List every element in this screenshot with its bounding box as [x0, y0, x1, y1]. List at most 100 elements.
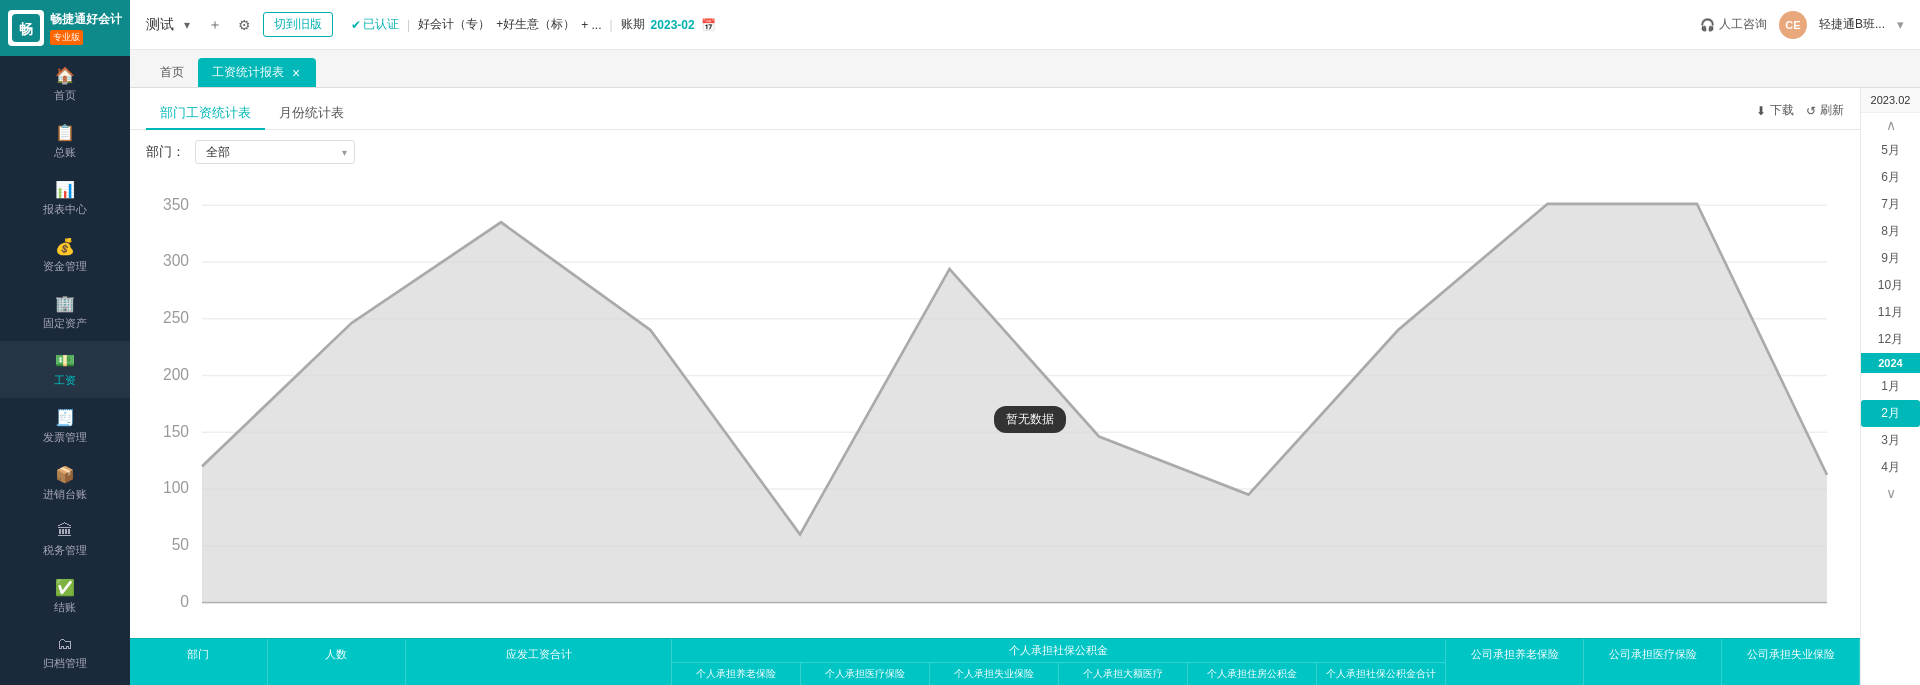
th-group1-col-5: 个人承担社保公积金合计 — [1317, 663, 1445, 685]
date-month-9月[interactable]: 9月 — [1861, 245, 1920, 272]
nav-label-invoice: 发票管理 — [43, 430, 87, 445]
th-group1-col-2: 个人承担失业保险 — [930, 663, 1059, 685]
th-total-salary: 应发工资合计 — [406, 639, 673, 685]
nav-label-assets: 固定资产 — [43, 316, 87, 331]
user-name[interactable]: 轻捷通B班... — [1819, 16, 1885, 33]
sidebar: 畅 畅捷通好会计 专业版 🏠 首页 📋 总账 📊 报表中心 💰 资金管理 🏢 固… — [0, 0, 130, 685]
th-group1-col-1: 个人承担医疗保险 — [801, 663, 930, 685]
date-month-6月[interactable]: 6月 — [1861, 164, 1920, 191]
date-month-current-4月[interactable]: 4月 — [1861, 454, 1920, 481]
nav-icon-reports: 📊 — [55, 180, 75, 199]
nav-icon-invoice: 🧾 — [55, 408, 75, 427]
department-select-wrapper: 全部 部门1 部门2 ▾ — [195, 140, 355, 164]
logo-badge: 专业版 — [50, 30, 83, 45]
sub-tab-actions: ⬇ 下载 ↺ 刷新 — [1756, 102, 1844, 125]
date-year-label: 2023.02 — [1861, 88, 1920, 113]
sidebar-item-tax[interactable]: 🏛 税务管理 — [0, 512, 130, 568]
nav-icon-tax: 🏛 — [57, 522, 73, 540]
add-button[interactable]: ＋ — [204, 12, 226, 38]
svg-text:300: 300 — [163, 251, 189, 270]
date-month-5月[interactable]: 5月 — [1861, 137, 1920, 164]
service-button[interactable]: 🎧 人工咨询 — [1700, 16, 1767, 33]
topbar-dropdown-arrow[interactable]: ▾ — [184, 18, 190, 32]
refresh-button[interactable]: ↺ 刷新 — [1806, 102, 1844, 119]
period-value: 2023-02 — [651, 18, 695, 32]
calendar-icon[interactable]: 📅 — [701, 18, 716, 32]
svg-text:畅: 畅 — [19, 21, 33, 37]
date-nav-up[interactable]: ∧ — [1861, 113, 1920, 137]
sidebar-item-salary[interactable]: 💵 工资 — [0, 341, 130, 398]
date-month-8月[interactable]: 8月 — [1861, 218, 1920, 245]
sidebar-item-closing[interactable]: ✅ 结账 — [0, 568, 130, 625]
sidebar-item-reports[interactable]: 📊 报表中心 — [0, 170, 130, 227]
sidebar-item-invoice[interactable]: 🧾 发票管理 — [0, 398, 130, 455]
tab-home[interactable]: 首页 — [146, 58, 198, 87]
main-area: 测试 ▾ ＋ ⚙ 切到旧版 ✔ 已认证 | 好会计（专） +好生意（标） + .… — [130, 0, 1920, 685]
nav-label-archive: 归档管理 — [43, 656, 87, 671]
nav-icon-salary: 💵 — [55, 351, 75, 370]
filter-label: 部门： — [146, 143, 185, 161]
user-avatar: CE — [1779, 11, 1807, 39]
nav-icon-assets: 🏢 — [55, 294, 75, 313]
table-header: 部门 人数 应发工资合计 个人承担社保公积金 个人承担养老保险个人承担医疗保险个… — [130, 638, 1860, 685]
department-select[interactable]: 全部 部门1 部门2 — [195, 140, 355, 164]
tab-close-button[interactable]: × — [290, 65, 302, 81]
date-month-current-3月[interactable]: 3月 — [1861, 427, 1920, 454]
filter-bar: 部门： 全部 部门1 部门2 ▾ — [130, 130, 1860, 174]
status-more: + ... — [581, 18, 601, 32]
sub-tab-monthly[interactable]: 月份统计表 — [265, 98, 358, 130]
th-company-unemploy: 公司承担失业保险 — [1722, 639, 1860, 685]
separator2: | — [609, 18, 612, 32]
sidebar-item-funds[interactable]: 💰 资金管理 — [0, 227, 130, 284]
tab-salary-report[interactable]: 工资统计报表 × — [198, 58, 316, 87]
th-group-personal-cols: 个人承担养老保险个人承担医疗保险个人承担失业保险个人承担大额医疗个人承担住房公积… — [672, 663, 1445, 685]
nav-icon-closing: ✅ — [55, 578, 75, 597]
th-department: 部门 — [130, 639, 268, 685]
sidebar-item-assets[interactable]: 🏢 固定资产 — [0, 284, 130, 341]
user-dropdown-icon[interactable]: ▾ — [1897, 17, 1904, 32]
status-certified: ✔ 已认证 — [351, 16, 399, 33]
svg-text:250: 250 — [163, 307, 189, 326]
date-month-current-1月[interactable]: 1月 — [1861, 373, 1920, 400]
date-month-current-2月[interactable]: 2月 — [1861, 400, 1920, 427]
main-content: 部门工资统计表 月份统计表 ⬇ 下载 ↺ 刷新 — [130, 88, 1860, 685]
date-month-12月[interactable]: 12月 — [1861, 326, 1920, 353]
chart-container: 350 300 250 200 150 100 50 0 — [130, 174, 1860, 638]
separator1: | — [407, 18, 410, 32]
sidebar-item-inventory[interactable]: 📦 进销台账 — [0, 455, 130, 512]
date-month-10月[interactable]: 10月 — [1861, 272, 1920, 299]
nav-icon-ledger: 📋 — [55, 123, 75, 142]
date-nav-down[interactable]: ∨ — [1861, 481, 1920, 505]
th-headcount: 人数 — [268, 639, 406, 685]
download-icon: ⬇ — [1756, 104, 1766, 118]
refresh-icon: ↺ — [1806, 104, 1816, 118]
settings-button[interactable]: ⚙ — [234, 13, 255, 37]
th-company-medical: 公司承担医疗保险 — [1584, 639, 1722, 685]
th-company-pension: 公司承担养老保险 — [1446, 639, 1584, 685]
main-with-sidebar: 部门工资统计表 月份统计表 ⬇ 下载 ↺ 刷新 — [130, 88, 1920, 685]
nav-icon-inventory: 📦 — [55, 465, 75, 484]
sidebar-item-home[interactable]: 🏠 首页 — [0, 56, 130, 113]
nav-label-home: 首页 — [54, 88, 76, 103]
switch-old-button[interactable]: 切到旧版 — [263, 12, 333, 37]
nav-label-ledger: 总账 — [54, 145, 76, 160]
topbar-status: ✔ 已认证 | 好会计（专） +好生意（标） + ... | 账期 2023-0… — [351, 16, 716, 33]
nav-label-funds: 资金管理 — [43, 259, 87, 274]
tab-bar: 首页 工资统计报表 × — [130, 50, 1920, 88]
sub-tabs: 部门工资统计表 月份统计表 ⬇ 下载 ↺ 刷新 — [130, 88, 1860, 130]
download-button[interactable]: ⬇ 下载 — [1756, 102, 1794, 119]
date-current-year: 2024 — [1861, 353, 1920, 373]
sidebar-logo: 畅 畅捷通好会计 专业版 — [0, 0, 130, 56]
date-month-11月[interactable]: 11月 — [1861, 299, 1920, 326]
chart-svg: 350 300 250 200 150 100 50 0 — [150, 184, 1840, 638]
sidebar-item-archive[interactable]: 🗂 归档管理 — [0, 625, 130, 681]
tab-active-label: 工资统计报表 — [212, 64, 284, 81]
nav-label-inventory: 进销台账 — [43, 487, 87, 502]
nav-icon-funds: 💰 — [55, 237, 75, 256]
sub-tab-department[interactable]: 部门工资统计表 — [146, 98, 265, 130]
sidebar-item-settings[interactable]: ⚙ 设置 — [0, 681, 130, 685]
svg-text:0: 0 — [180, 591, 189, 610]
certified-icon: ✔ — [351, 18, 361, 32]
sidebar-item-ledger[interactable]: 📋 总账 — [0, 113, 130, 170]
date-month-7月[interactable]: 7月 — [1861, 191, 1920, 218]
